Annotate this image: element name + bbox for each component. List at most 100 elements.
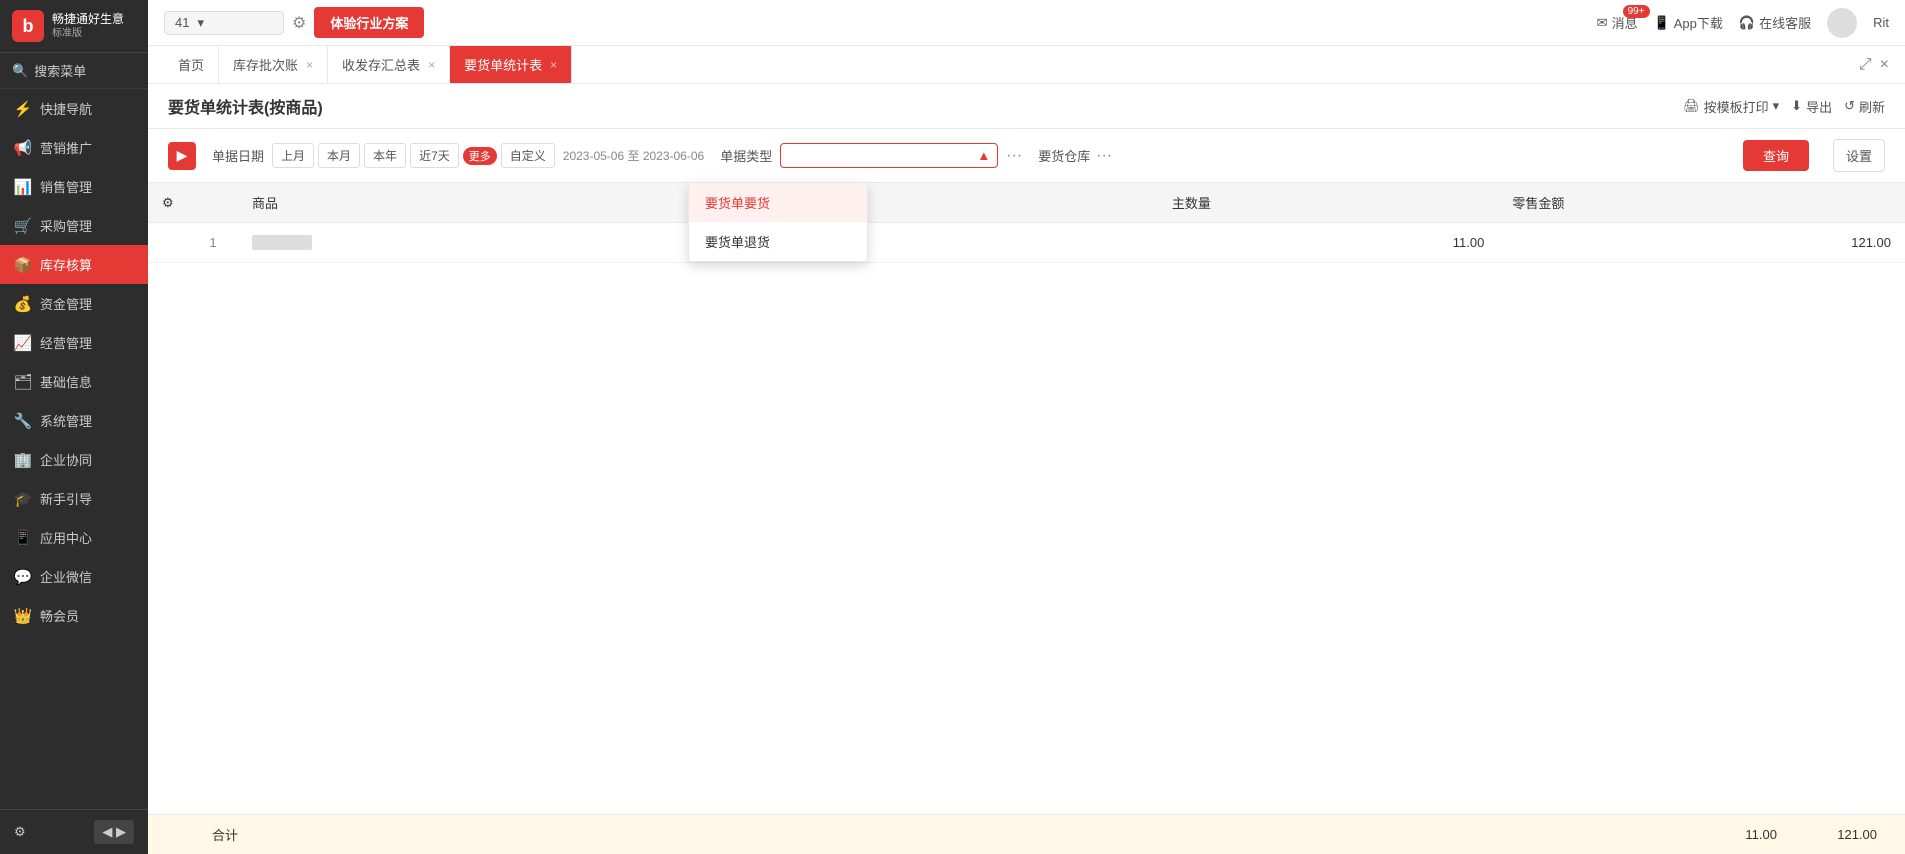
date-range-text: 2023-05-06 至 2023-06-06 [563, 147, 704, 164]
row-amount-cell: 121.00 [1498, 223, 1905, 263]
topbar: 41 ▾ ⚙ 体验行业方案 ✉ 消息 99+ 📱 App下载 🎧 在线客服 Ri… [148, 0, 1905, 46]
trial-button[interactable]: 体验行业方案 [314, 7, 424, 38]
sidebar-nav: ⚡ 快捷导航 📢 营销推广 📊 销售管理 🛒 采购管理 📦 库存核算 💰 资金管… [0, 89, 148, 809]
settings-gear-icon[interactable]: ⚙ [14, 824, 26, 840]
operations-icon: 📈 [14, 334, 32, 352]
sidebar-item-guide[interactable]: 🎓 新手引导 [0, 479, 148, 518]
wechat-icon: 💬 [14, 568, 32, 586]
sidebar-item-quick-nav[interactable]: ⚡ 快捷导航 [0, 89, 148, 128]
col-quantity: 主数量 [1158, 183, 1499, 223]
tab-close-stock-summary[interactable]: × [428, 58, 435, 72]
sidebar-item-enterprise[interactable]: 🏢 企业协同 [0, 440, 148, 479]
sales-icon: 📊 [14, 178, 32, 196]
warehouse-filter-label: 要货仓库 [1038, 146, 1090, 165]
date-this-month-button[interactable]: 本月 [318, 143, 360, 168]
date-filter-label: 单据日期 [212, 146, 264, 165]
branch-selector[interactable]: 41 ▾ [164, 11, 284, 35]
messages-button[interactable]: ✉ 消息 99+ [1597, 13, 1638, 32]
filter-bar: ▶ 单据日期 上月 本月 本年 近7天 更多 自定义 2023-05-06 至 … [148, 129, 1905, 183]
filter-expand-button[interactable]: ▶ [168, 142, 196, 170]
user-avatar[interactable] [1827, 8, 1857, 38]
tab-stock-summary[interactable]: 收发存汇总表 × [328, 46, 450, 83]
guide-icon: 🎓 [14, 490, 32, 508]
page-header: 要货单统计表(按商品) 🖨 按模板打印 ▾ ⬇ 导出 ↺ 刷新 [148, 84, 1905, 129]
sidebar-search[interactable]: 🔍 搜索菜单 [0, 53, 148, 89]
sidebar-item-purchase[interactable]: 🛒 采购管理 [0, 206, 148, 245]
messages-badge: 99+ [1623, 5, 1650, 18]
tab-home[interactable]: 首页 [164, 46, 219, 83]
enterprise-icon: 🏢 [14, 451, 32, 469]
sidebar-item-system[interactable]: 🔧 系统管理 [0, 401, 148, 440]
sidebar-item-operations[interactable]: 📈 经营管理 [0, 323, 148, 362]
member-icon: 👑 [14, 607, 32, 625]
dropdown-item-0[interactable]: 要货单要货 [689, 183, 867, 222]
sidebar-logo: b 畅捷通好生意 标准版 [0, 0, 148, 53]
finance-icon: 💰 [14, 295, 32, 313]
data-table-wrapper: ⚙ 商品 主计量单位 主数量 零售金额 1 ████ ██ [148, 183, 1905, 814]
date-last-month-button[interactable]: 上月 [272, 143, 314, 168]
date-custom-button[interactable]: 自定义 [501, 143, 555, 168]
sidebar-item-basic[interactable]: 🗂 基础信息 [0, 362, 148, 401]
topbar-left: 41 ▾ ⚙ 体验行业方案 [164, 7, 1585, 38]
user-name-text: Rit [1873, 15, 1889, 30]
warehouse-more-button[interactable]: ··· [1096, 147, 1112, 165]
message-icon: ✉ [1597, 15, 1608, 31]
date-this-year-button[interactable]: 本年 [364, 143, 406, 168]
sidebar-collapse-button[interactable]: ◀ ▶ [94, 820, 134, 844]
column-settings-icon[interactable]: ⚙ [162, 195, 174, 210]
system-icon: 🔧 [14, 412, 32, 430]
tab-inventory-batch[interactable]: 库存批次账 × [219, 46, 328, 83]
col-index [188, 183, 238, 223]
type-filter-group: 单据类型 ▲ ··· [720, 143, 1022, 168]
sidebar-item-finance[interactable]: 💰 资金管理 [0, 284, 148, 323]
type-filter-label: 单据类型 [720, 146, 772, 165]
tab-order-stats[interactable]: 要货单统计表 × [450, 46, 572, 83]
table-header-row: ⚙ 商品 主计量单位 主数量 零售金额 [148, 183, 1905, 223]
sidebar-footer: ⚙ ◀ ▶ [0, 809, 148, 854]
type-filter-input[interactable] [780, 143, 998, 168]
inventory-icon: 📦 [14, 256, 32, 274]
page-content: 要货单统计表(按商品) 🖨 按模板打印 ▾ ⬇ 导出 ↺ 刷新 ▶ [148, 84, 1905, 854]
sidebar-item-wechat[interactable]: 💬 企业微信 [0, 557, 148, 596]
search-icon: 🔍 [12, 63, 28, 79]
type-select-wrapper: ▲ [780, 143, 998, 168]
date-filter-group: 单据日期 上月 本月 本年 近7天 更多 自定义 2023-05-06 至 20… [212, 143, 704, 168]
footer-label: 合计 [162, 825, 238, 844]
col-amount: 零售金额 [1498, 183, 1905, 223]
sidebar-item-app-center[interactable]: 📱 应用中心 [0, 518, 148, 557]
sidebar-item-marketing[interactable]: 📢 营销推广 [0, 128, 148, 167]
online-service-button[interactable]: 🎧 在线客服 [1739, 13, 1811, 32]
print-button[interactable]: 🖨 按模板打印 ▾ [1683, 97, 1779, 116]
app-logo-icon: b [12, 10, 44, 42]
row-quantity-cell: 11.00 [1158, 223, 1499, 263]
col-product: 商品 [238, 183, 685, 223]
product-name-blurred: ████ ██ [252, 235, 312, 250]
row-settings-cell [148, 223, 188, 263]
topbar-settings-icon[interactable]: ⚙ [292, 13, 306, 33]
dropdown-item-1[interactable]: 要货单退货 [689, 222, 867, 261]
refresh-icon: ↺ [1844, 98, 1855, 114]
tabs-close-icon[interactable]: × [1880, 56, 1889, 74]
purchase-icon: 🛒 [14, 217, 32, 235]
headset-icon: 🎧 [1739, 15, 1755, 31]
date-more-badge[interactable]: 更多 [463, 147, 497, 165]
sidebar-item-inventory[interactable]: 📦 库存核算 [0, 245, 148, 284]
tabs-actions: ⤢ × [1859, 56, 1889, 74]
tabs-maximize-icon[interactable]: ⤢ [1859, 56, 1872, 74]
sidebar: b 畅捷通好生意 标准版 🔍 搜索菜单 ⚡ 快捷导航 📢 营销推广 📊 销售管理… [0, 0, 148, 854]
sidebar-item-sales[interactable]: 📊 销售管理 [0, 167, 148, 206]
tab-close-inventory-batch[interactable]: × [306, 58, 313, 72]
tab-close-order-stats[interactable]: × [550, 58, 557, 72]
sidebar-item-member[interactable]: 👑 畅会员 [0, 596, 148, 635]
table-footer: 合计 11.00 121.00 [148, 814, 1905, 854]
page-title: 要货单统计表(按商品) [168, 94, 323, 118]
type-more-button[interactable]: ··· [1006, 147, 1022, 165]
query-button[interactable]: 查询 [1743, 140, 1809, 171]
filter-settings-button[interactable]: 设置 [1833, 139, 1885, 172]
refresh-button[interactable]: ↺ 刷新 [1844, 97, 1885, 116]
export-button[interactable]: ⬇ 导出 [1791, 97, 1832, 116]
app-download-button[interactable]: 📱 App下载 [1654, 13, 1723, 32]
date-buttons: 上月 本月 本年 近7天 更多 自定义 [272, 143, 555, 168]
date-last7-button[interactable]: 近7天 [410, 143, 459, 168]
quick-nav-icon: ⚡ [14, 100, 32, 118]
